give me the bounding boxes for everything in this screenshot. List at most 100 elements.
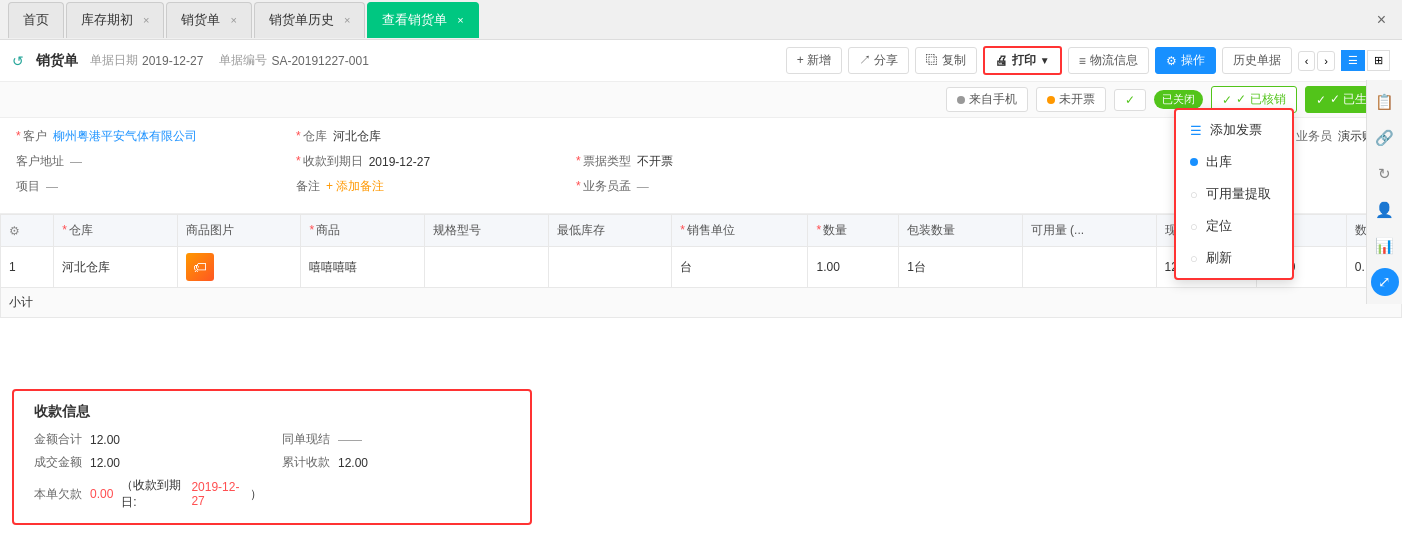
not-open-dot — [1047, 96, 1055, 104]
tab-view-sales-label: 查看销货单 — [382, 11, 447, 29]
tab-view-sales[interactable]: 查看销货单 × — [367, 2, 478, 38]
col-qty: 数量 — [808, 215, 899, 247]
add-invoice-label: 添加发票 — [1210, 121, 1262, 139]
share-button[interactable]: ↗ 分享 — [848, 47, 909, 74]
row-min-stock — [548, 247, 672, 288]
due-date-value: 2019-12-27 — [191, 480, 242, 508]
sidebar-link-icon[interactable]: 🔗 — [1371, 124, 1399, 152]
tab-sales-close[interactable]: × — [230, 14, 236, 26]
warehouse-value: 河北仓库 — [333, 128, 381, 145]
list-view-button[interactable]: ☰ — [1341, 50, 1365, 71]
col-settings[interactable]: ⚙ — [1, 215, 54, 247]
col-warehouse: 仓库 — [54, 215, 178, 247]
from-phone-button[interactable]: 来自手机 — [946, 87, 1028, 112]
sidebar-clipboard-icon[interactable]: 📋 — [1371, 88, 1399, 116]
not-open-button[interactable]: 未开票 — [1036, 87, 1106, 112]
col-product: 商品 — [301, 215, 425, 247]
note-label: 备注 — [296, 178, 320, 195]
payment-info: 收款信息 金额合计 12.00 同单现结 —— 成交金额 12.00 累计收款 … — [12, 389, 532, 525]
available-qty-label: 可用量提取 — [1206, 185, 1271, 203]
sales-rep-value: — — [637, 180, 649, 194]
next-button[interactable]: › — [1317, 51, 1335, 71]
right-sidebar: 📋 🔗 ↻ 👤 📊 ⤢ — [1366, 80, 1402, 304]
outbound-icon — [1190, 158, 1198, 166]
deal-amount-row: 成交金额 12.00 — [34, 454, 262, 471]
refresh-item[interactable]: ○ 刷新 — [1176, 242, 1292, 274]
prev-button[interactable]: ‹ — [1298, 51, 1316, 71]
sidebar-chart-icon[interactable]: 📊 — [1371, 232, 1399, 260]
add-invoice-item[interactable]: ☰ 添加发票 — [1176, 114, 1292, 146]
add-note-value[interactable]: + 添加备注 — [326, 178, 384, 195]
copy-button[interactable]: ⿻ 复制 — [915, 47, 976, 74]
deal-amount-value: 12.00 — [90, 456, 120, 470]
row-qty: 1.00 — [808, 247, 899, 288]
col-product-img: 商品图片 — [177, 215, 301, 247]
row-unit: 台 — [672, 247, 808, 288]
same-order-value: —— — [338, 433, 362, 447]
operate-icon: ⚙ — [1166, 54, 1177, 68]
print-dropdown-icon: ▼ — [1040, 55, 1050, 66]
outbound-item[interactable]: 出库 — [1176, 146, 1292, 178]
print-label: 打印 — [1012, 52, 1036, 69]
total-value: 12.00 — [90, 433, 120, 447]
staff-label: 业务员 — [1296, 128, 1332, 145]
phone-dot — [957, 96, 965, 104]
row-product: 嘻嘻嘻嘻 — [301, 247, 425, 288]
effective-icon: ✓ — [1316, 93, 1326, 107]
address-label: 客户地址 — [16, 153, 64, 170]
settings-icon[interactable]: ⚙ — [9, 224, 20, 238]
logistics-button[interactable]: ≡ 物流信息 — [1068, 47, 1149, 74]
tab-inventory-label: 库存期初 — [81, 11, 133, 29]
tab-sales-history[interactable]: 销货单历史 × — [254, 2, 365, 38]
product-img-icon: 🏷 — [193, 259, 207, 275]
total-label: 金额合计 — [34, 431, 82, 448]
col-unit: 销售单位 — [672, 215, 808, 247]
tab-inventory[interactable]: 库存期初 × — [66, 2, 164, 38]
row-product-img: 🏷 — [177, 247, 301, 288]
ticket-type-field: 票据类型 不开票 — [576, 153, 836, 170]
toolbar-left: ↺ 销货单 单据日期 2019-12-27 单据编号 SA-20191227-0… — [12, 52, 369, 70]
view-toggle: ☰ ⊞ — [1341, 50, 1390, 71]
ticket-type-value: 不开票 — [637, 153, 673, 170]
toolbar: ↺ 销货单 单据日期 2019-12-27 单据编号 SA-20191227-0… — [0, 40, 1402, 82]
operate-button[interactable]: ⚙ 操作 — [1155, 47, 1216, 74]
refresh-icon: ○ — [1190, 251, 1198, 266]
sidebar-expand-icon[interactable]: ⤢ — [1371, 268, 1399, 296]
toolbar-right: + 新增 ↗ 分享 ⿻ 复制 🖨 打印 ▼ ≡ 物流信息 ⚙ 操作 历 — [786, 46, 1390, 75]
outbound-label: 出库 — [1206, 153, 1232, 171]
refresh-label: 刷新 — [1206, 249, 1232, 267]
address-field: 客户地址 — — [16, 153, 276, 170]
tab-inventory-close[interactable]: × — [143, 14, 149, 26]
customer-value[interactable]: 柳州粤港平安气体有限公司 — [53, 128, 197, 145]
tab-view-close[interactable]: × — [457, 14, 463, 26]
tab-history-close[interactable]: × — [344, 14, 350, 26]
sales-rep-label: 业务员孟 — [576, 178, 631, 195]
project-value: — — [46, 180, 58, 194]
due-amount-row: 本单欠款 0.00 （收款到期日: 2019-12-27 ） — [34, 477, 262, 511]
sidebar-user-icon[interactable]: 👤 — [1371, 196, 1399, 224]
payment-date-value: 2019-12-27 — [369, 155, 430, 169]
tab-home[interactable]: 首页 — [8, 2, 64, 38]
main-content: ↺ 销货单 单据日期 2019-12-27 单据编号 SA-20191227-0… — [0, 40, 1402, 533]
col-min-stock: 最低库存 — [548, 215, 672, 247]
doc-title: 销货单 — [36, 52, 78, 70]
project-label: 项目 — [16, 178, 40, 195]
available-qty-item[interactable]: ○ 可用量提取 — [1176, 178, 1292, 210]
grid-view-button[interactable]: ⊞ — [1367, 50, 1390, 71]
cumulative-row: 累计收款 12.00 — [282, 454, 510, 471]
logistics-icon: ≡ — [1079, 54, 1086, 68]
warehouse-label: 仓库 — [296, 128, 327, 145]
close-window-button[interactable]: × — [1369, 7, 1394, 33]
history-button[interactable]: 历史单据 — [1222, 47, 1292, 74]
locate-item[interactable]: ○ 定位 — [1176, 210, 1292, 242]
cancelled-icon: ✓ — [1222, 93, 1232, 107]
tab-sales-order[interactable]: 销货单 × — [166, 2, 251, 38]
sidebar-refresh-icon[interactable]: ↻ — [1371, 160, 1399, 188]
row-warehouse: 河北仓库 — [54, 247, 178, 288]
complete-button[interactable]: ✓ — [1114, 89, 1146, 111]
print-button[interactable]: 🖨 打印 ▼ — [983, 46, 1062, 75]
from-phone-label: 来自手机 — [969, 91, 1017, 108]
payment-date-field: 收款到期日 2019-12-27 — [296, 153, 556, 170]
new-button[interactable]: + 新增 — [786, 47, 842, 74]
due-amount-label: 本单欠款 — [34, 486, 82, 503]
